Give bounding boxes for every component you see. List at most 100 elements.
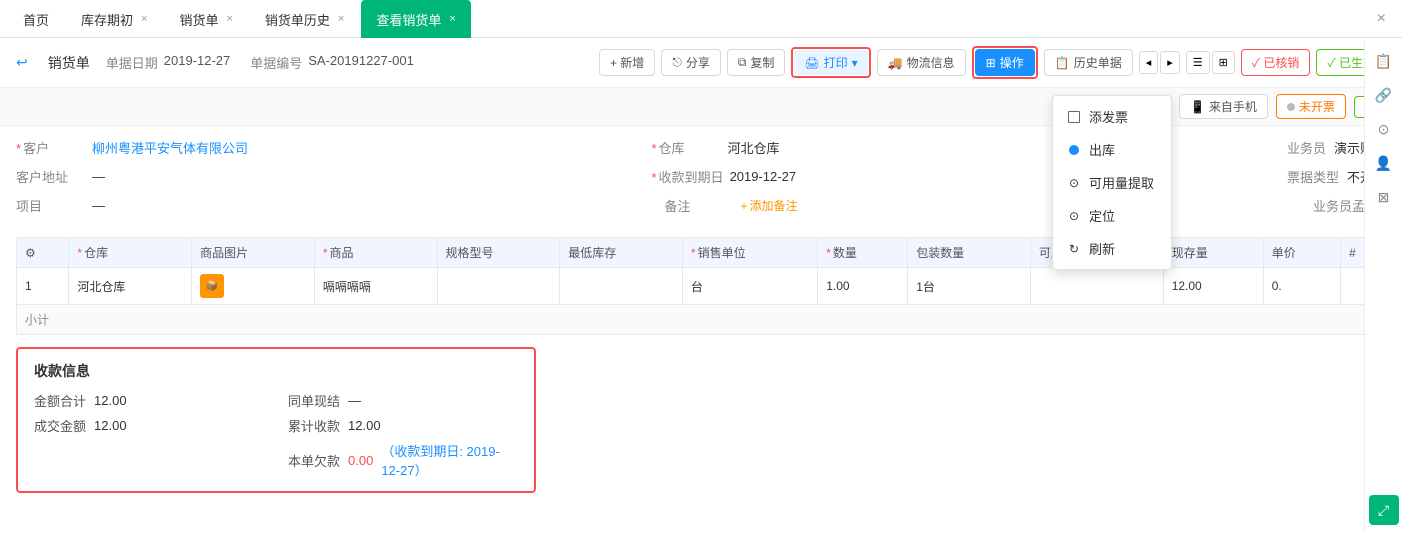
- print-button[interactable]: 🖨 打印 ▾: [794, 50, 867, 75]
- operations-highlight: ⊞ 操作: [972, 46, 1038, 79]
- th-price: 单价: [1263, 238, 1340, 268]
- cell-price: 0.: [1263, 268, 1340, 305]
- dropdown-item-add-ticket[interactable]: 添发票: [1053, 100, 1171, 133]
- cumulative-value: 12.00: [348, 418, 381, 433]
- warehouse-label: 仓库: [651, 138, 721, 157]
- table-container: ⚙ 仓库 商品图片 商品 规格型号 最低库存 销售单位 数量 包装数量 可用量 …: [0, 237, 1402, 335]
- doc-number-field: 单据编号 SA-20191227-001: [250, 53, 414, 72]
- doc-number-label: 单据编号: [250, 53, 302, 72]
- doc-type-label: 销货单: [48, 53, 90, 73]
- th-min-stock: 最低库存: [560, 238, 683, 268]
- th-stock: 现存量: [1163, 238, 1263, 268]
- due-date-note: （收款到期日: 2019-12-27）: [381, 441, 518, 479]
- tab-inventory-init[interactable]: 库存期初 ×: [66, 0, 162, 38]
- refresh-label: 刷新: [1089, 239, 1115, 258]
- add-ticket-label: 添发票: [1089, 107, 1128, 126]
- main-content: ↩ 销货单 单据日期 2019-12-27 单据编号 SA-20191227-0…: [0, 38, 1402, 533]
- th-product: 商品: [314, 238, 437, 268]
- outbound-icon: [1067, 143, 1081, 157]
- th-warehouse: 仓库: [69, 238, 192, 268]
- cell-warehouse: 河北仓库: [69, 268, 192, 305]
- prev-button[interactable]: ◂: [1139, 51, 1159, 74]
- form-row-1: 客户 柳州粤港平安气体有限公司 仓库 河北仓库 业务员 演示账号: [16, 138, 1386, 157]
- ticket-type-label: 票据类型: [1287, 167, 1339, 186]
- form-row-2: 客户地址 — 收款到期日 2019-12-27 票据类型 不开票: [16, 167, 1386, 186]
- sold-status-button[interactable]: ✓ 已核销: [1241, 49, 1311, 76]
- sidebar-icon-expand[interactable]: ⤢: [1369, 495, 1399, 525]
- print-dropdown-arrow: ▾: [852, 56, 858, 70]
- add-button[interactable]: + 新增: [599, 49, 655, 76]
- tab-sales-order[interactable]: 销货单 ×: [164, 0, 247, 38]
- sidebar-icon-4[interactable]: 👤: [1369, 148, 1399, 178]
- th-pack-qty: 包装数量: [908, 238, 1031, 268]
- deal-amount-value: 12.00: [94, 418, 127, 433]
- amount-total-label: 金额合计: [34, 391, 86, 410]
- sidebar-icon-5[interactable]: ⊠: [1369, 182, 1399, 212]
- dropdown-item-qty-fetch[interactable]: ⊙ 可用量提取: [1053, 166, 1171, 199]
- tab-sales-history[interactable]: 销货单历史 ×: [250, 0, 359, 38]
- from-phone-button[interactable]: 📱 来自手机: [1179, 94, 1268, 119]
- dropdown-item-refresh[interactable]: ↻ 刷新: [1053, 232, 1171, 265]
- warehouse-field: 仓库 河北仓库: [651, 138, 1286, 157]
- cell-min-stock: [560, 268, 683, 305]
- th-spec: 规格型号: [437, 238, 560, 268]
- tab-inventory-close[interactable]: ×: [141, 13, 147, 25]
- customer-value[interactable]: 柳州粤港平安气体有限公司: [92, 138, 248, 157]
- add-note-button[interactable]: + 添加备注: [741, 197, 798, 214]
- current-due-row: 本单欠款 0.00 （收款到期日: 2019-12-27）: [288, 441, 518, 479]
- customer-field: 客户 柳州粤港平安气体有限公司: [16, 138, 651, 157]
- dropdown-item-outbound[interactable]: 出库: [1053, 133, 1171, 166]
- window-close-button[interactable]: ×: [1369, 6, 1394, 32]
- list-view-button[interactable]: ☰: [1186, 51, 1210, 74]
- cumulative-label: 累计收款: [288, 416, 340, 435]
- sidebar-icon-1[interactable]: 📋: [1369, 46, 1399, 76]
- tab-sales-label: 销货单: [179, 10, 218, 29]
- square-icon: [1068, 111, 1080, 123]
- data-table: ⚙ 仓库 商品图片 商品 规格型号 最低库存 销售单位 数量 包装数量 可用量 …: [16, 237, 1386, 335]
- due-date-field: 收款到期日 2019-12-27: [651, 167, 1286, 186]
- th-unit: 销售单位: [682, 238, 817, 268]
- doc-number-value: SA-20191227-001: [308, 53, 414, 72]
- table-row: 1 河北仓库 📦 嗝嗝嗝嗝 台 1.00 1台 12.00 0.: [17, 268, 1386, 305]
- tab-view-sales[interactable]: 查看销货单 ×: [361, 0, 470, 38]
- cumulative-row: 累计收款 12.00: [288, 416, 518, 435]
- right-sidebar: 📋 🔗 ⊙ 👤 ⊠ ⤢: [1364, 38, 1402, 533]
- amount-total-value: 12.00: [94, 393, 127, 408]
- print-icon: 🖨: [804, 56, 819, 70]
- grid-view-button[interactable]: ⊞: [1212, 51, 1235, 74]
- view-icons: ☰ ⊞: [1186, 51, 1235, 74]
- logistics-button[interactable]: 🚚 物流信息: [877, 49, 966, 76]
- not-open-button[interactable]: 未开票: [1276, 94, 1346, 119]
- address-value: —: [92, 169, 105, 184]
- th-settings[interactable]: ⚙: [17, 238, 69, 268]
- address-label: 客户地址: [16, 167, 86, 186]
- th-qty: 数量: [818, 238, 908, 268]
- tab-home[interactable]: 首页: [8, 0, 64, 38]
- warehouse-value: 河北仓库: [727, 138, 779, 157]
- locate-icon: ⊙: [1067, 209, 1081, 223]
- project-label: 项目: [16, 196, 86, 215]
- toolbar: + 新增 ⎋ 分享 ⧉ 复制 🖨 打印 ▾ 🚚: [599, 46, 1386, 79]
- deal-amount-row: 成交金额 12.00: [34, 416, 264, 435]
- next-button[interactable]: ▸: [1160, 51, 1180, 74]
- tab-history-close[interactable]: ×: [338, 13, 344, 25]
- current-due-value: 0.00: [348, 453, 373, 468]
- tab-sales-close[interactable]: ×: [226, 13, 232, 25]
- current-due-label: 本单欠款: [288, 451, 340, 470]
- operations-button[interactable]: ⊞ 操作: [975, 49, 1035, 76]
- form-section: 客户 柳州粤港平安气体有限公司 仓库 河北仓库 业务员 演示账号 客户地址 —: [0, 126, 1402, 237]
- history-button[interactable]: 📋 历史单据: [1044, 49, 1133, 76]
- share-button[interactable]: ⎋ 分享: [661, 49, 721, 76]
- dropdown-item-locate[interactable]: ⊙ 定位: [1053, 199, 1171, 232]
- same-order-label: 同单现结: [288, 391, 340, 410]
- due-date-value: 2019-12-27: [730, 169, 797, 184]
- circle-icon: [1069, 145, 1079, 155]
- doc-meta: 单据日期 2019-12-27 单据编号 SA-20191227-001: [106, 53, 414, 72]
- plus-icon: +: [741, 199, 748, 213]
- sidebar-icon-3[interactable]: ⊙: [1369, 114, 1399, 144]
- sidebar-icon-2[interactable]: 🔗: [1369, 80, 1399, 110]
- sub-toolbar: 📱 来自手机 未开票 ✓: [0, 88, 1402, 126]
- cell-unit: 台: [682, 268, 817, 305]
- copy-button[interactable]: ⧉ 复制: [727, 49, 786, 76]
- tab-view-sales-close[interactable]: ×: [449, 13, 455, 25]
